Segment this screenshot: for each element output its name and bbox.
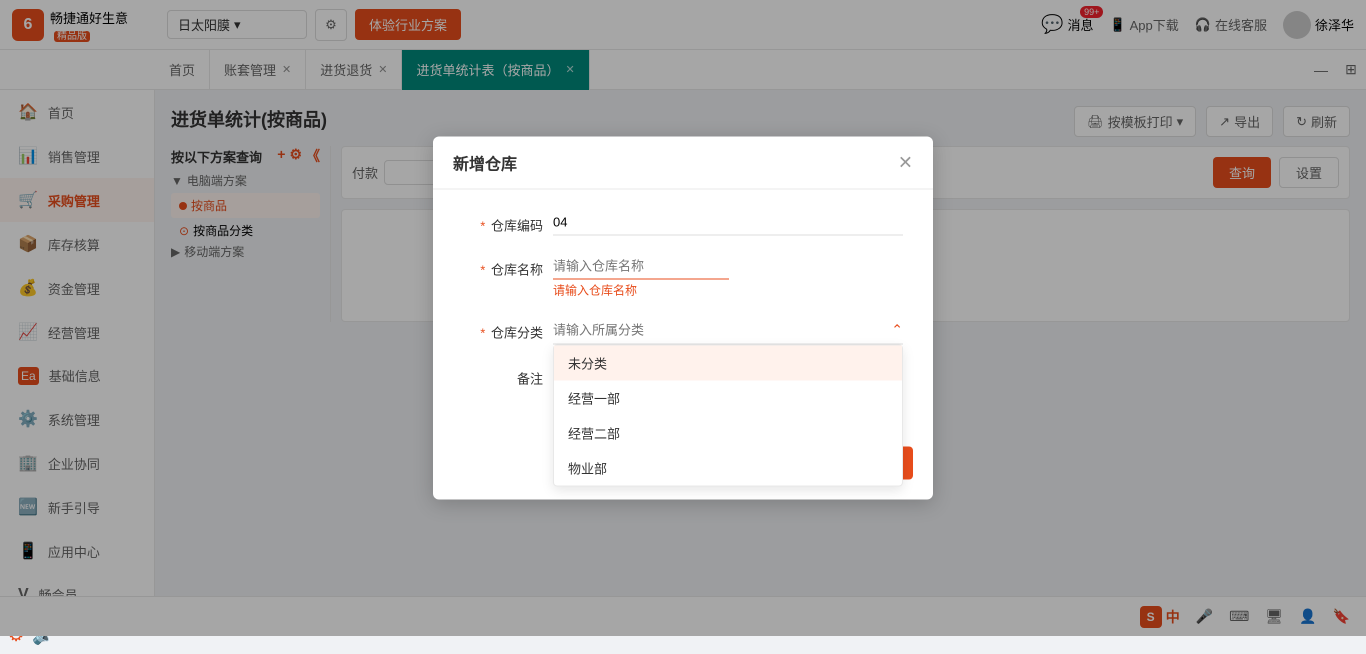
category-form-row: * 仓库分类 ⌃ 未分类 经营一部 经营二部 物业部 [463, 317, 903, 345]
modal-body: * 仓库编码 * 仓库名称 请输入仓库名称 * 仓库分类 [433, 190, 933, 437]
remarks-label: 备注 [463, 363, 543, 388]
code-form-row: * 仓库编码 [463, 210, 903, 236]
warehouse-name-input[interactable] [553, 254, 729, 280]
category-search-input[interactable] [553, 323, 891, 338]
modal-header: 新增仓库 ✕ [433, 137, 933, 190]
name-form-row: * 仓库名称 请输入仓库名称 [463, 254, 903, 299]
code-label: * 仓库编码 [463, 210, 543, 235]
dropdown-item-dept3[interactable]: 物业部 [554, 451, 902, 486]
category-dropdown: 未分类 经营一部 经营二部 物业部 [553, 345, 903, 487]
category-chevron-icon[interactable]: ⌃ [891, 322, 903, 339]
name-field-wrap: 请输入仓库名称 [553, 254, 903, 299]
category-label: * 仓库分类 [463, 317, 543, 342]
modal-close-button[interactable]: ✕ [898, 152, 913, 173]
dropdown-item-unclassified[interactable]: 未分类 [554, 346, 902, 381]
category-field-wrap: ⌃ 未分类 经营一部 经营二部 物业部 [553, 317, 903, 345]
dropdown-item-dept1[interactable]: 经营一部 [554, 381, 902, 416]
dropdown-item-dept2[interactable]: 经营二部 [554, 416, 902, 451]
modal-title: 新增仓库 [453, 151, 517, 175]
add-warehouse-modal: 新增仓库 ✕ * 仓库编码 * 仓库名称 请输入仓库名称 * [433, 137, 933, 500]
name-label: * 仓库名称 [463, 254, 543, 279]
warehouse-code-input[interactable] [553, 210, 903, 236]
name-error-message: 请输入仓库名称 [553, 282, 903, 299]
category-select[interactable]: ⌃ [553, 317, 903, 345]
